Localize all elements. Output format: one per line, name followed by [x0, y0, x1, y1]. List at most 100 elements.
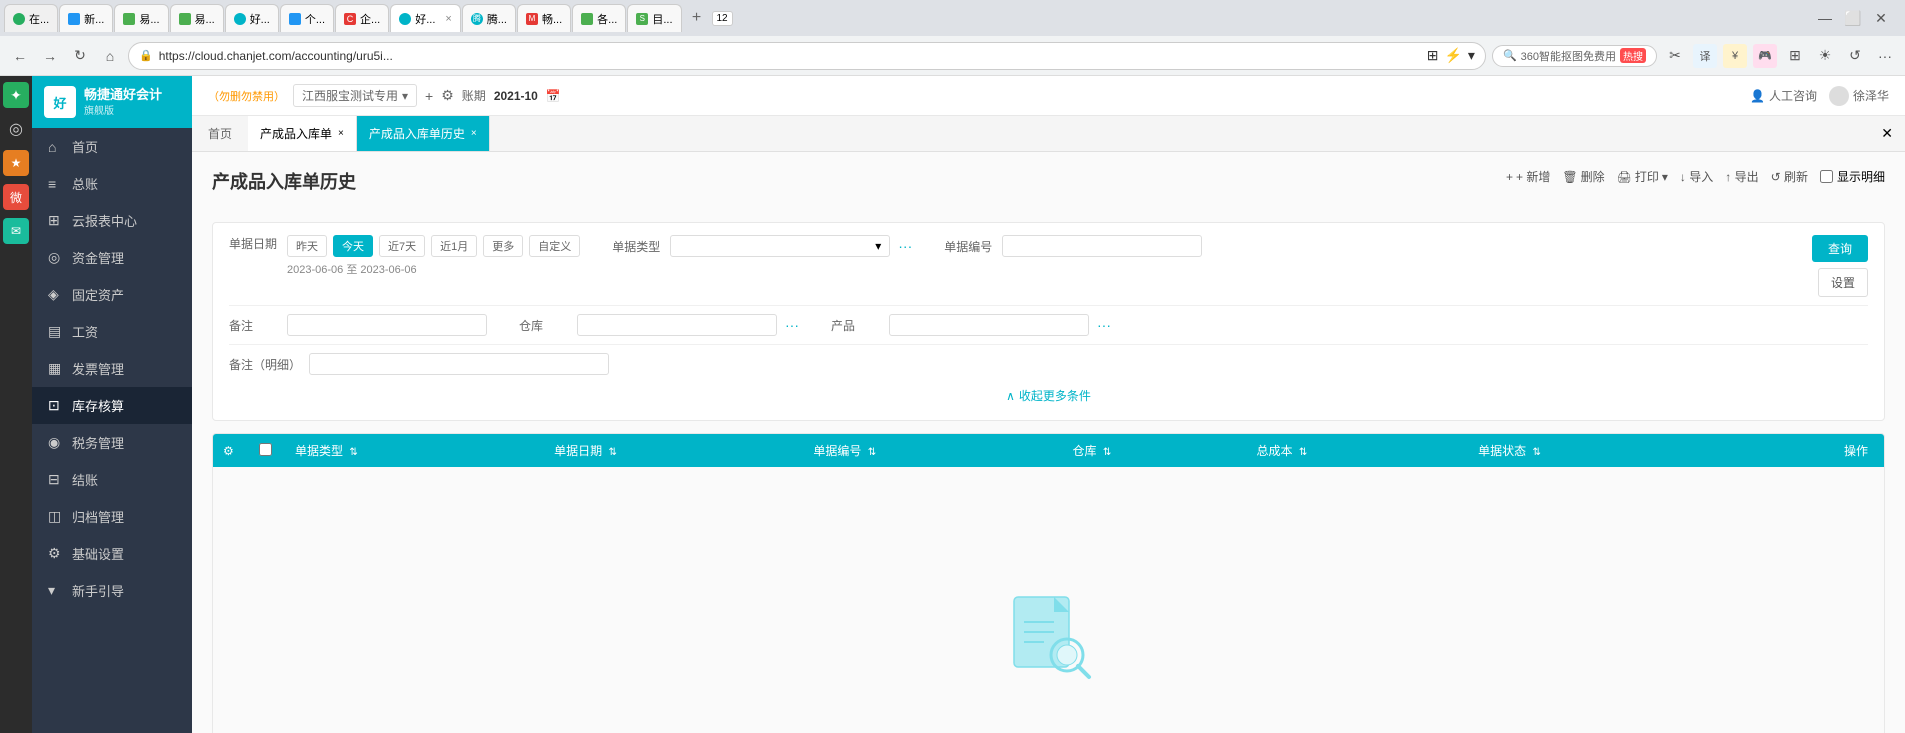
- browser-tab-t8[interactable]: 好... ×: [390, 4, 461, 32]
- scissors-icon[interactable]: ✂: [1663, 44, 1687, 68]
- date-btn-custom[interactable]: 自定义: [529, 235, 580, 257]
- select-all-checkbox[interactable]: [259, 443, 272, 456]
- sidebar-item-invoice[interactable]: ▦ 发票管理: [32, 350, 192, 387]
- yuan-icon[interactable]: ¥: [1723, 44, 1747, 68]
- sidebar-item-home[interactable]: ⌂ 首页: [32, 128, 192, 165]
- sidebar-item-inventory[interactable]: ⊡ 库存核算: [32, 387, 192, 424]
- browser-tab-t1[interactable]: 在...: [4, 4, 58, 32]
- setting-button[interactable]: 设置: [1818, 268, 1868, 297]
- th-total-cost[interactable]: 总成本 ⇅: [1247, 434, 1469, 467]
- period-calendar-icon[interactable]: 📅: [546, 89, 561, 103]
- browser-tab-t3[interactable]: 易...: [114, 4, 168, 32]
- grid-icon[interactable]: ⊞: [1427, 47, 1439, 64]
- th-type[interactable]: 单据类型 ⇅: [285, 434, 544, 467]
- import-button[interactable]: ↓ 导入: [1680, 168, 1713, 185]
- browser-tab-t5[interactable]: 好...: [225, 4, 279, 32]
- browser-tab-t9[interactable]: 腾 腾...: [462, 4, 516, 32]
- delete-button[interactable]: 🗑 删除: [1562, 168, 1604, 185]
- th-number[interactable]: 单据编号 ⇅: [803, 434, 1062, 467]
- quickbar-icon-3[interactable]: 微: [3, 184, 29, 210]
- address-bar[interactable]: 🔒 https://cloud.chanjet.com/accounting/u…: [128, 42, 1486, 70]
- sidebar-item-archive[interactable]: ◫ 归档管理: [32, 498, 192, 535]
- browser-tab-t4[interactable]: 易...: [170, 4, 224, 32]
- quickbar-icon-1[interactable]: ◎: [3, 116, 29, 142]
- add-company-button[interactable]: +: [425, 88, 433, 104]
- th-status[interactable]: 单据状态 ⇅: [1468, 434, 1727, 467]
- breadcrumb-tab-1[interactable]: 产成品入库单历史 ×: [357, 116, 490, 151]
- lightning-icon[interactable]: ⚡: [1444, 47, 1461, 64]
- translate-icon[interactable]: 译: [1693, 44, 1717, 68]
- type-dots[interactable]: ···: [898, 238, 912, 254]
- number-input[interactable]: [1002, 235, 1202, 257]
- note-detail-input[interactable]: [309, 353, 609, 375]
- home-button[interactable]: ⌂: [98, 44, 122, 68]
- window-close-button[interactable]: ✕: [1869, 6, 1893, 30]
- company-selector[interactable]: 江西服宝测试专用 ▾: [293, 84, 417, 107]
- breadcrumb-tab-close-0[interactable]: ×: [338, 128, 344, 139]
- browser-tab-t12[interactable]: S 目...: [627, 4, 681, 32]
- th-gear[interactable]: ⚙: [213, 434, 249, 467]
- sidebar-item-tax[interactable]: ◉ 税务管理: [32, 424, 192, 461]
- game-icon[interactable]: 🎮: [1753, 44, 1777, 68]
- browser-tab-t2[interactable]: 新...: [59, 4, 113, 32]
- window-minimize-button[interactable]: —: [1813, 6, 1837, 30]
- th-date[interactable]: 单据日期 ⇅: [544, 434, 803, 467]
- th-warehouse[interactable]: 仓库 ⇅: [1063, 434, 1247, 467]
- browser-search-box[interactable]: 🔍 360智能抠图免费用 热搜: [1492, 45, 1657, 67]
- breadcrumb-tab-close-1[interactable]: ×: [471, 128, 477, 139]
- browser-tab-t7[interactable]: C 企...: [335, 4, 389, 32]
- back-button[interactable]: ←: [8, 44, 32, 68]
- quickbar-icon-4[interactable]: ✉: [3, 218, 29, 244]
- browser-tab-t11[interactable]: 各...: [572, 4, 626, 32]
- th-check[interactable]: [249, 434, 285, 467]
- tab-label-t5: 好...: [250, 11, 270, 27]
- sidebar-item-settings[interactable]: ⚙ 基础设置: [32, 535, 192, 572]
- user-profile[interactable]: 徐泽华: [1829, 86, 1889, 106]
- company-settings-icon[interactable]: ⚙: [441, 87, 454, 104]
- sun-icon[interactable]: ☀: [1813, 44, 1837, 68]
- breadcrumb-home[interactable]: 首页: [192, 116, 248, 151]
- sidebar-item-checkout[interactable]: ⊟ 结账: [32, 461, 192, 498]
- date-btn-more[interactable]: 更多: [483, 235, 523, 257]
- warehouse-dots[interactable]: ···: [785, 317, 799, 333]
- product-input[interactable]: [889, 314, 1089, 336]
- chevron-down-icon[interactable]: ▾: [1468, 47, 1475, 64]
- note-input[interactable]: [287, 314, 487, 336]
- date-btn-yesterday[interactable]: 昨天: [287, 235, 327, 257]
- sidebar-item-more[interactable]: ▾ 新手引导: [32, 572, 192, 609]
- window-maximize-button[interactable]: ⬜: [1841, 6, 1865, 30]
- refresh-button[interactable]: ↻: [68, 44, 92, 68]
- collapse-button[interactable]: ∧ 收起更多条件: [1006, 383, 1091, 408]
- sidebar-item-payroll[interactable]: ▤ 工资: [32, 313, 192, 350]
- breadcrumb-close-icon[interactable]: ✕: [1881, 125, 1905, 142]
- quickbar-app-icon[interactable]: ✦: [3, 82, 29, 108]
- query-button[interactable]: 查询: [1812, 235, 1868, 262]
- refresh-button[interactable]: ↺ 刷新: [1771, 168, 1808, 185]
- show-cols-checkbox[interactable]: [1820, 170, 1833, 183]
- sidebar-item-fixed-assets[interactable]: ◈ 固定资产: [32, 276, 192, 313]
- add-button[interactable]: + + 新增: [1506, 168, 1550, 185]
- sidebar-item-report[interactable]: ⊞ 云报表中心: [32, 202, 192, 239]
- apps-icon[interactable]: ⊞: [1783, 44, 1807, 68]
- more-icon[interactable]: ···: [1873, 44, 1897, 68]
- browser-tab-t6[interactable]: 个...: [280, 4, 334, 32]
- date-btn-today[interactable]: 今天: [333, 235, 373, 257]
- ai-consult-button[interactable]: 👤 人工咨询: [1750, 87, 1817, 104]
- print-button[interactable]: 🖨 打印 ▾: [1617, 168, 1668, 185]
- warehouse-input[interactable]: [577, 314, 777, 336]
- breadcrumb-tab-0[interactable]: 产成品入库单 ×: [248, 116, 357, 151]
- undo-icon[interactable]: ↺: [1843, 44, 1867, 68]
- browser-tab-t10[interactable]: M 畅...: [517, 4, 571, 32]
- show-cols-toggle[interactable]: 显示明细: [1820, 168, 1885, 185]
- date-btn-1month[interactable]: 近1月: [431, 235, 477, 257]
- type-select[interactable]: ▾: [670, 235, 890, 257]
- export-button[interactable]: ↑ 导出: [1725, 168, 1758, 185]
- tab-close-t8[interactable]: ×: [445, 13, 451, 25]
- quickbar-icon-2[interactable]: ★: [3, 150, 29, 176]
- date-btn-7days[interactable]: 近7天: [379, 235, 425, 257]
- new-tab-button[interactable]: +: [683, 4, 711, 32]
- forward-button[interactable]: →: [38, 44, 62, 68]
- sidebar-item-ledger[interactable]: ≡ 总账: [32, 165, 192, 202]
- sidebar-item-finance[interactable]: ◎ 资金管理: [32, 239, 192, 276]
- product-dots[interactable]: ···: [1097, 317, 1111, 333]
